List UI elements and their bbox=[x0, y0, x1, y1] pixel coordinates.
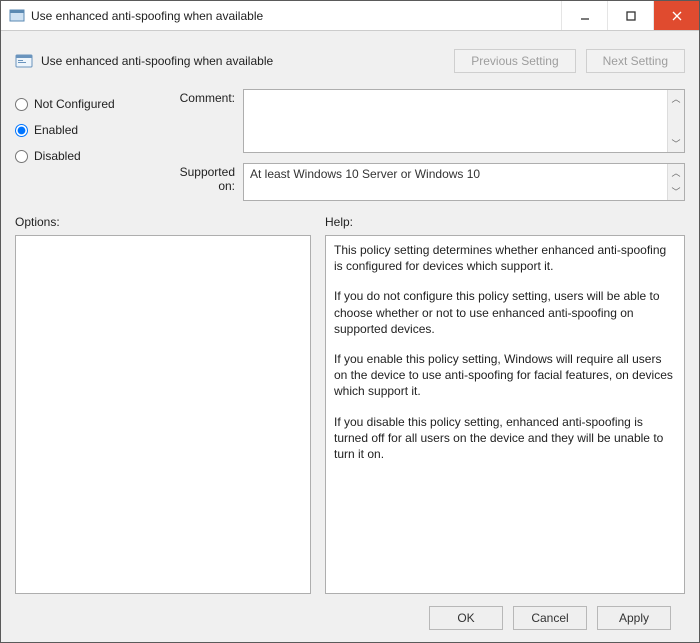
comment-scrollbar[interactable]: ︿ ﹀ bbox=[667, 90, 684, 152]
radio-not-configured-label: Not Configured bbox=[34, 97, 115, 111]
apply-button[interactable]: Apply bbox=[597, 606, 671, 630]
comment-label: Comment: bbox=[160, 89, 243, 105]
supported-on-label: Supported on: bbox=[160, 163, 243, 193]
comment-textarea[interactable] bbox=[244, 90, 667, 152]
policy-name: Use enhanced anti-spoofing when availabl… bbox=[41, 54, 454, 68]
radio-disabled-label: Disabled bbox=[34, 149, 81, 163]
next-setting-button[interactable]: Next Setting bbox=[586, 49, 685, 73]
titlebar: Use enhanced anti-spoofing when availabl… bbox=[1, 1, 699, 31]
policy-editor-window: Use enhanced anti-spoofing when availabl… bbox=[0, 0, 700, 643]
radio-not-configured[interactable]: Not Configured bbox=[15, 91, 160, 117]
help-text: This policy setting determines whether e… bbox=[334, 242, 676, 274]
close-button[interactable] bbox=[653, 1, 699, 30]
previous-setting-button[interactable]: Previous Setting bbox=[454, 49, 575, 73]
ok-button[interactable]: OK bbox=[429, 606, 503, 630]
options-panel bbox=[15, 235, 311, 594]
chevron-down-icon[interactable]: ﹀ bbox=[668, 135, 684, 152]
radio-disabled[interactable]: Disabled bbox=[15, 143, 160, 169]
app-icon bbox=[9, 8, 25, 24]
supported-scrollbar[interactable]: ︿ ﹀ bbox=[667, 164, 684, 200]
state-radiogroup: Not Configured Enabled Disabled bbox=[15, 89, 160, 201]
radio-disabled-input[interactable] bbox=[15, 150, 28, 163]
radio-not-configured-input[interactable] bbox=[15, 98, 28, 111]
chevron-down-icon[interactable]: ﹀ bbox=[668, 183, 684, 200]
radio-enabled[interactable]: Enabled bbox=[15, 117, 160, 143]
maximize-button[interactable] bbox=[607, 1, 653, 30]
cancel-button[interactable]: Cancel bbox=[513, 606, 587, 630]
supported-on-value: At least Windows 10 Server or Windows 10 bbox=[244, 164, 667, 200]
help-text: If you do not configure this policy sett… bbox=[334, 288, 676, 337]
radio-enabled-input[interactable] bbox=[15, 124, 28, 137]
help-panel: This policy setting determines whether e… bbox=[325, 235, 685, 594]
dialog-footer: OK Cancel Apply bbox=[15, 594, 685, 642]
minimize-button[interactable] bbox=[561, 1, 607, 30]
chevron-up-icon[interactable]: ︿ bbox=[668, 90, 684, 107]
chevron-up-icon[interactable]: ︿ bbox=[668, 164, 684, 181]
options-heading: Options: bbox=[15, 215, 325, 229]
help-heading: Help: bbox=[325, 215, 353, 229]
help-text: If you disable this policy setting, enha… bbox=[334, 414, 676, 463]
help-text: If you enable this policy setting, Windo… bbox=[334, 351, 676, 400]
window-title: Use enhanced anti-spoofing when availabl… bbox=[31, 9, 561, 23]
policy-icon bbox=[15, 52, 33, 70]
radio-enabled-label: Enabled bbox=[34, 123, 78, 137]
